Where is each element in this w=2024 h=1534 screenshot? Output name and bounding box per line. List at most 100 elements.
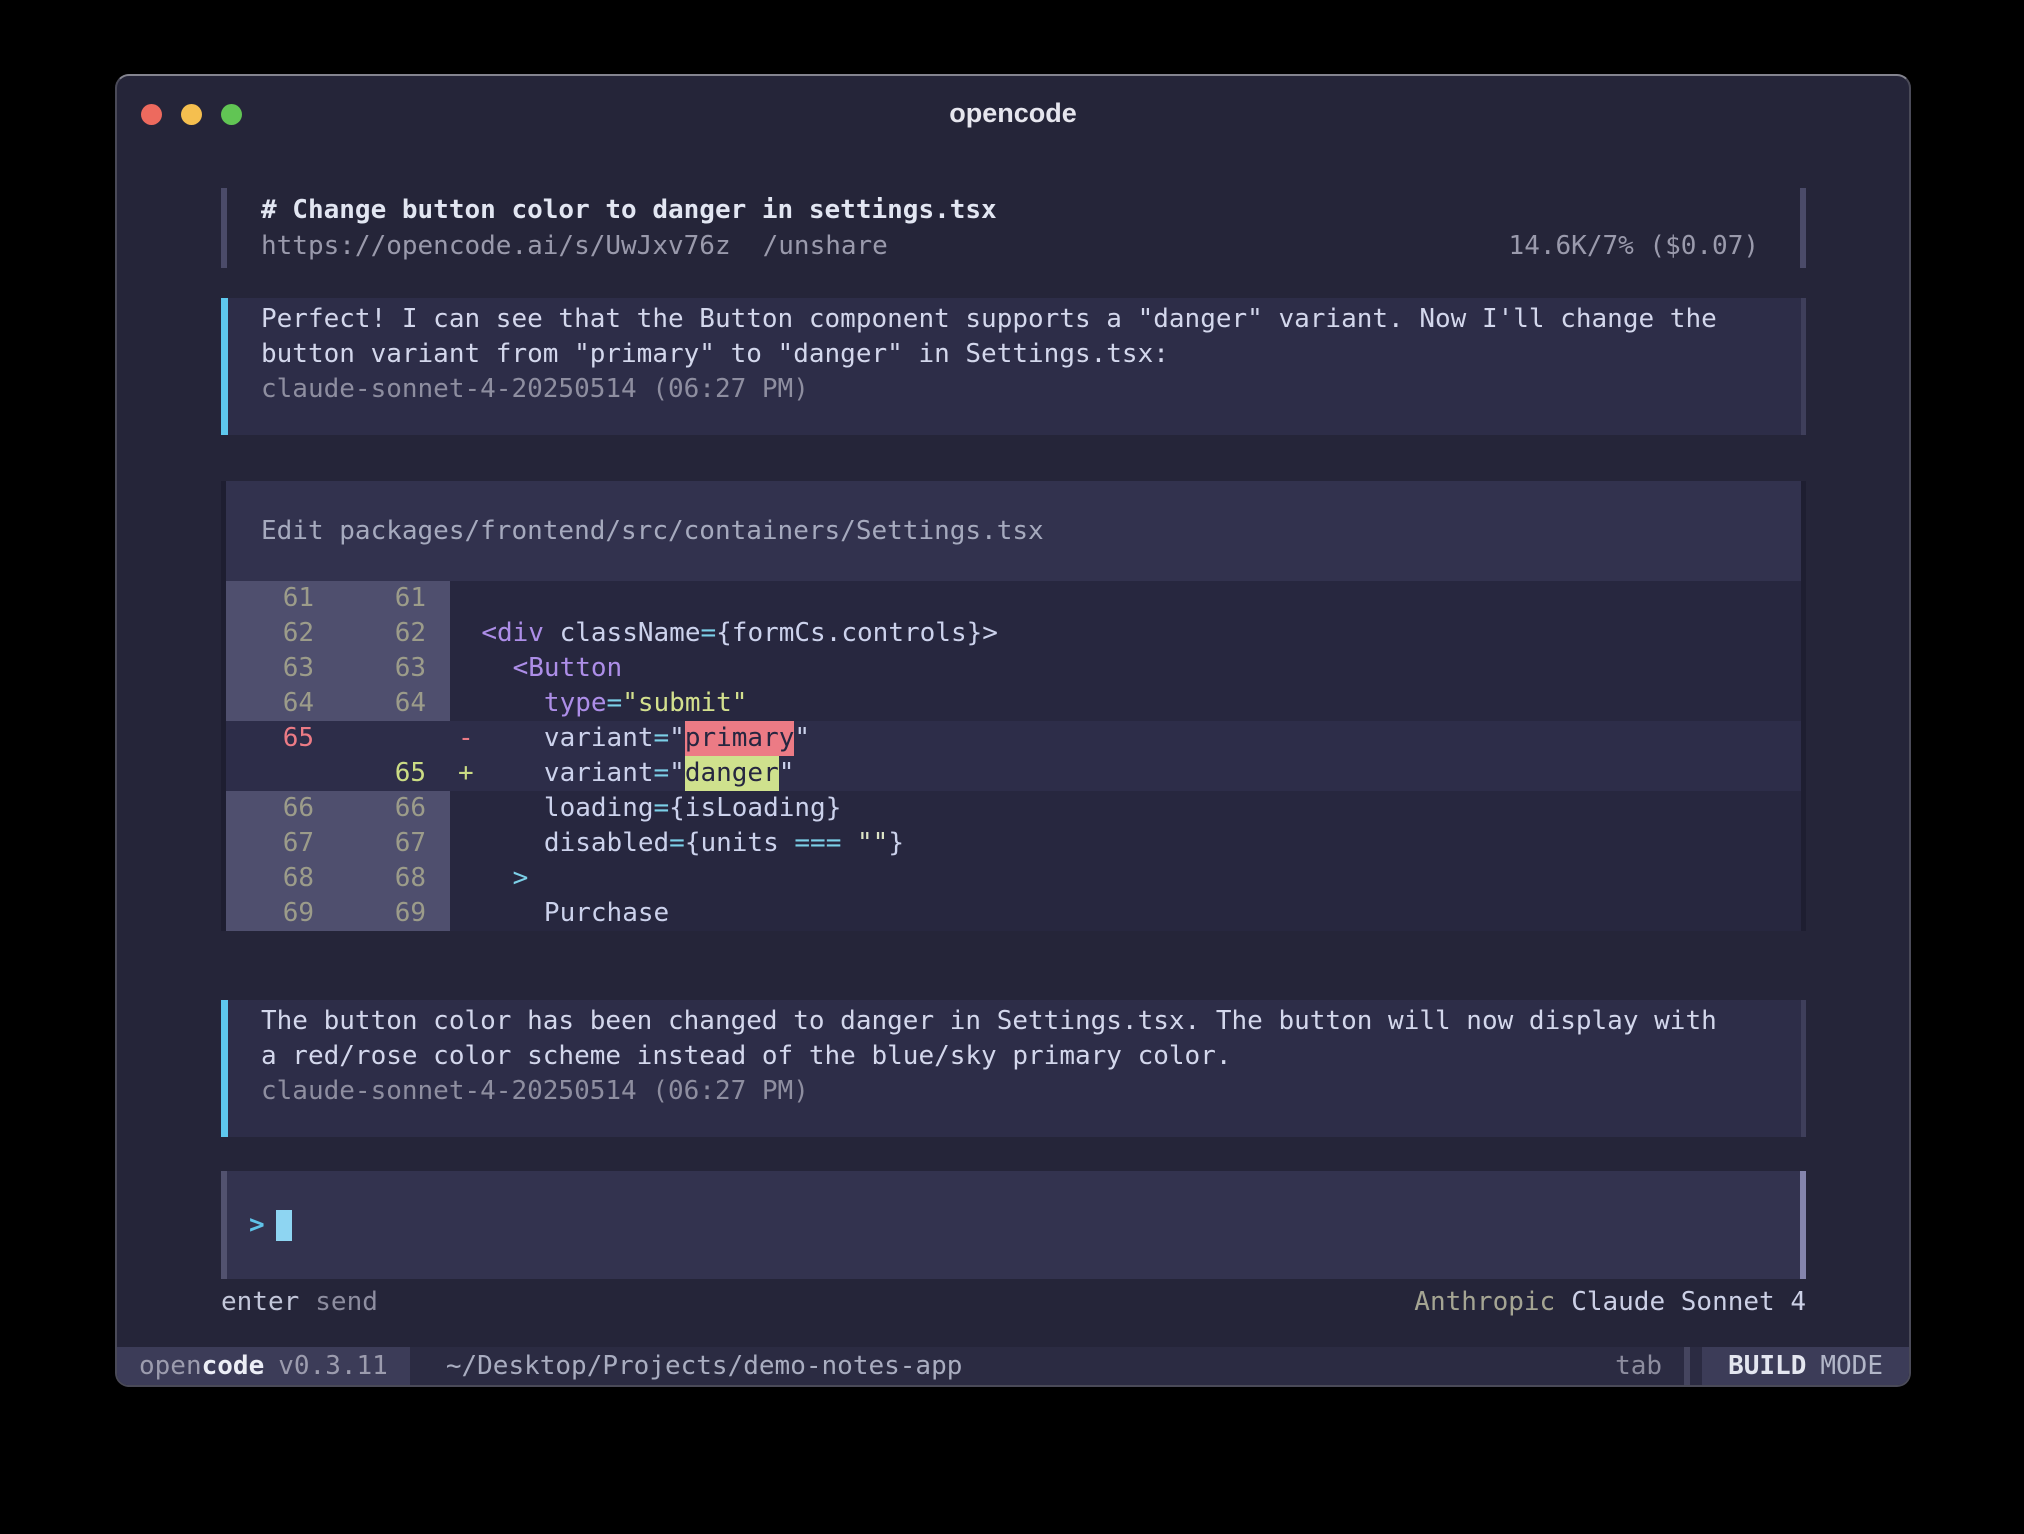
line-number-old xyxy=(226,756,338,791)
line-number-old: 62 xyxy=(226,616,338,651)
line-number-new: 67 xyxy=(338,826,450,861)
code-token: " xyxy=(794,723,810,753)
provider-label: Anthropic xyxy=(1414,1287,1555,1317)
mode-name: BUILD xyxy=(1728,1351,1806,1381)
code-token xyxy=(450,653,513,683)
code-token xyxy=(450,688,544,718)
line-number-new: 65 xyxy=(338,756,450,791)
diff-row: 6767 disabled={units === ""} xyxy=(226,826,1801,861)
statusbar: opencode v0.3.11 ~/Desktop/Projects/demo-… xyxy=(117,1347,1909,1385)
session-title: # Change button color to danger in setti… xyxy=(261,192,1765,228)
code-token: = xyxy=(607,688,623,718)
hint-send-label: send xyxy=(315,1287,378,1317)
code-line: type="submit" xyxy=(450,686,1801,721)
message-text: a red/rose color scheme instead of the b… xyxy=(261,1039,1771,1074)
diff-row: 65+ variant="danger" xyxy=(226,756,1801,791)
code-token: > xyxy=(513,863,529,893)
code-token: variant xyxy=(544,758,654,788)
code-token: = xyxy=(654,758,670,788)
share-url: https://opencode.ai/s/UwJxv76z xyxy=(261,228,731,264)
line-number-old: 66 xyxy=(226,791,338,826)
code-line: > xyxy=(450,861,1801,896)
mode-divider xyxy=(1684,1347,1690,1385)
code-token: <Button xyxy=(513,653,623,683)
code-token: <div xyxy=(481,618,544,648)
code-token: "" xyxy=(857,828,888,858)
removed-line-marker: - xyxy=(458,721,474,756)
line-number-old: 68 xyxy=(226,861,338,896)
assistant-message: The button color has been changed to dan… xyxy=(221,1000,1806,1137)
added-word-highlight: danger xyxy=(685,756,779,791)
cwd-path: ~/Desktop/Projects/demo-notes-app xyxy=(446,1347,963,1385)
code-token xyxy=(450,793,544,823)
code-token: "submit" xyxy=(622,688,747,718)
code-token: } xyxy=(888,828,904,858)
tool-title: Edit packages/frontend/src/containers/Se… xyxy=(226,481,1801,581)
hint-tab-key: tab xyxy=(1615,1347,1662,1385)
code-token: " xyxy=(669,758,685,788)
diff-row: 6666 loading={isLoading} xyxy=(226,791,1801,826)
diff-row: 6969 Purchase xyxy=(226,896,1801,931)
app-name-code: code xyxy=(202,1351,265,1381)
code-token: " xyxy=(669,723,685,753)
line-number-new: 61 xyxy=(338,581,450,616)
mode-badge: BUILD MODE xyxy=(1702,1347,1909,1385)
hints-row: enter send Anthropic Claude Sonnet 4 xyxy=(221,1287,1806,1317)
code-token: === xyxy=(794,828,841,858)
added-line-marker: + xyxy=(458,756,474,791)
line-number-old: 67 xyxy=(226,826,338,861)
code-line xyxy=(450,581,1801,616)
code-line: + variant="danger" xyxy=(450,756,1801,791)
text-cursor xyxy=(276,1210,292,1241)
code-token: {units xyxy=(685,828,795,858)
line-number-new: 66 xyxy=(338,791,450,826)
titlebar: opencode xyxy=(117,76,1909,148)
line-number-new: 64 xyxy=(338,686,450,721)
code-token: className xyxy=(544,618,701,648)
message-meta: claude-sonnet-4-20250514 (06:27 PM) xyxy=(261,1074,1771,1109)
code-token xyxy=(450,863,513,893)
message-text: button variant from "primary" to "danger… xyxy=(261,337,1771,372)
code-line: <Button xyxy=(450,651,1801,686)
line-number-old: 64 xyxy=(226,686,338,721)
line-number-new: 62 xyxy=(338,616,450,651)
opencode-window: opencode # Change button color to danger… xyxy=(115,74,1911,1387)
code-token: type xyxy=(544,688,607,718)
code-line: disabled={units === ""} xyxy=(450,826,1801,861)
code-token xyxy=(450,898,544,928)
code-token: disabled xyxy=(544,828,669,858)
line-number-new: 69 xyxy=(338,896,450,931)
app-version-chip: opencode v0.3.11 xyxy=(117,1347,410,1385)
line-number-new: 68 xyxy=(338,861,450,896)
prompt-chevron-icon: > xyxy=(249,1210,265,1240)
code-token: Purchase xyxy=(544,898,669,928)
line-number-old: 65 xyxy=(226,721,338,756)
code-token: = xyxy=(669,828,685,858)
message-meta: claude-sonnet-4-20250514 (06:27 PM) xyxy=(261,372,1771,407)
line-number-old: 69 xyxy=(226,896,338,931)
line-number-new: 63 xyxy=(338,651,450,686)
app-name-open: open xyxy=(139,1351,202,1381)
prompt-input[interactable]: > xyxy=(221,1171,1806,1279)
diff-row: 6262 <div className={formCs.controls}> xyxy=(226,616,1801,651)
diff-row: 6161 xyxy=(226,581,1801,616)
diff-row: 6868 > xyxy=(226,861,1801,896)
code-token: {isLoading} xyxy=(669,793,841,823)
code-token: {formCs.controls}> xyxy=(716,618,998,648)
code-line: <div className={formCs.controls}> xyxy=(450,616,1801,651)
code-token: " xyxy=(779,758,795,788)
unshare-command: /unshare xyxy=(763,228,888,264)
code-token xyxy=(450,618,481,648)
line-number-old: 61 xyxy=(226,581,338,616)
model-label: Claude Sonnet 4 xyxy=(1571,1287,1806,1317)
mode-suffix: MODE xyxy=(1820,1351,1883,1381)
code-token xyxy=(450,828,544,858)
app-version: v0.3.11 xyxy=(278,1351,388,1381)
hint-enter-key: enter xyxy=(221,1287,299,1317)
code-token: loading xyxy=(544,793,654,823)
session-header: # Change button color to danger in setti… xyxy=(221,188,1806,268)
diff-row: 6464 type="submit" xyxy=(226,686,1801,721)
code-token: = xyxy=(654,723,670,753)
code-line: - variant="primary" xyxy=(450,721,1801,756)
code-token: = xyxy=(700,618,716,648)
